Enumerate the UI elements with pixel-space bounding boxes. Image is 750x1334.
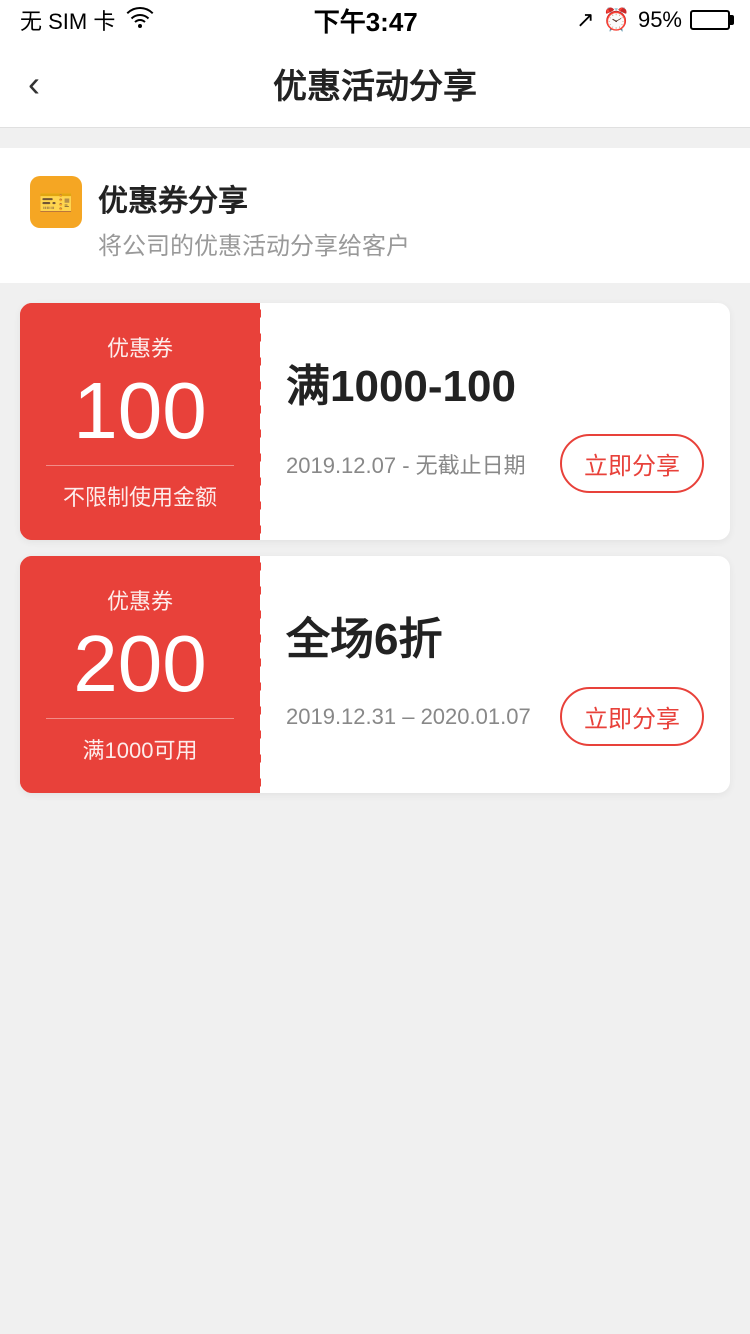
coupon-label-0: 优惠券	[107, 331, 173, 363]
coupon-left-1: 优惠券 200 满1000可用	[20, 556, 260, 793]
coupon-date-1: 2019.12.31 – 2020.01.07	[286, 704, 531, 730]
share-button-1[interactable]: 立即分享	[560, 687, 704, 746]
battery-percent: 95%	[638, 7, 682, 33]
coupon-left-inner-1: 优惠券 200 满1000可用	[36, 584, 244, 765]
alarm-icon: ⏰	[603, 7, 630, 33]
coupon-card: 优惠券 100 不限制使用金额 满1000-100 2019.12.07 - 无…	[20, 303, 730, 540]
nav-bar: ‹ 优惠活动分享	[0, 40, 750, 128]
coupon-meta-0: 2019.12.07 - 无截止日期 立即分享	[286, 434, 704, 493]
coupon-card: 优惠券 200 满1000可用 全场6折 2019.12.31 – 2020.0…	[20, 556, 730, 793]
coupon-name-1: 全场6折	[286, 603, 704, 667]
coupon-amount-0: 100	[73, 371, 206, 451]
battery-icon	[690, 10, 730, 30]
coupon-condition-1: 满1000可用	[83, 733, 198, 765]
coupon-list: 优惠券 100 不限制使用金额 满1000-100 2019.12.07 - 无…	[0, 303, 750, 793]
coupon-name-0: 满1000-100	[286, 350, 704, 414]
coupon-right-0: 满1000-100 2019.12.07 - 无截止日期 立即分享	[260, 303, 730, 540]
coupon-date-0: 2019.12.07 - 无截止日期	[286, 448, 526, 480]
wifi-icon	[125, 6, 155, 34]
coupon-meta-1: 2019.12.31 – 2020.01.07 立即分享	[286, 687, 704, 746]
coupon-left-0: 优惠券 100 不限制使用金额	[20, 303, 260, 540]
section-text: 优惠券分享 将公司的优惠活动分享给客户	[98, 176, 410, 261]
section-header: 🎫 优惠券分享 将公司的优惠活动分享给客户	[0, 148, 750, 283]
share-button-0[interactable]: 立即分享	[560, 434, 704, 493]
section-icon: 🎫	[30, 176, 82, 228]
section-subtitle: 将公司的优惠活动分享给客户	[98, 226, 410, 261]
coupon-label-1: 优惠券	[107, 584, 173, 616]
status-left: 无 SIM 卡	[20, 4, 155, 36]
no-sim-text: 无 SIM 卡	[20, 4, 115, 36]
coupon-condition-0: 不限制使用金额	[63, 480, 217, 512]
status-time: 下午3:47	[314, 2, 418, 39]
coupon-right-1: 全场6折 2019.12.31 – 2020.01.07 立即分享	[260, 556, 730, 793]
status-bar: 无 SIM 卡 下午3:47 ↗ ⏰ 95%	[0, 0, 750, 40]
status-right: ↗ ⏰ 95%	[576, 7, 730, 33]
location-icon: ↗	[576, 7, 594, 33]
back-button[interactable]: ‹	[28, 63, 40, 105]
section-title: 优惠券分享	[98, 176, 410, 220]
nav-title: 优惠活动分享	[273, 59, 477, 108]
coupon-divider-1	[46, 718, 233, 719]
coupon-left-inner-0: 优惠券 100 不限制使用金额	[36, 331, 244, 512]
coupon-amount-1: 200	[73, 624, 206, 704]
coupon-divider-0	[46, 465, 233, 466]
